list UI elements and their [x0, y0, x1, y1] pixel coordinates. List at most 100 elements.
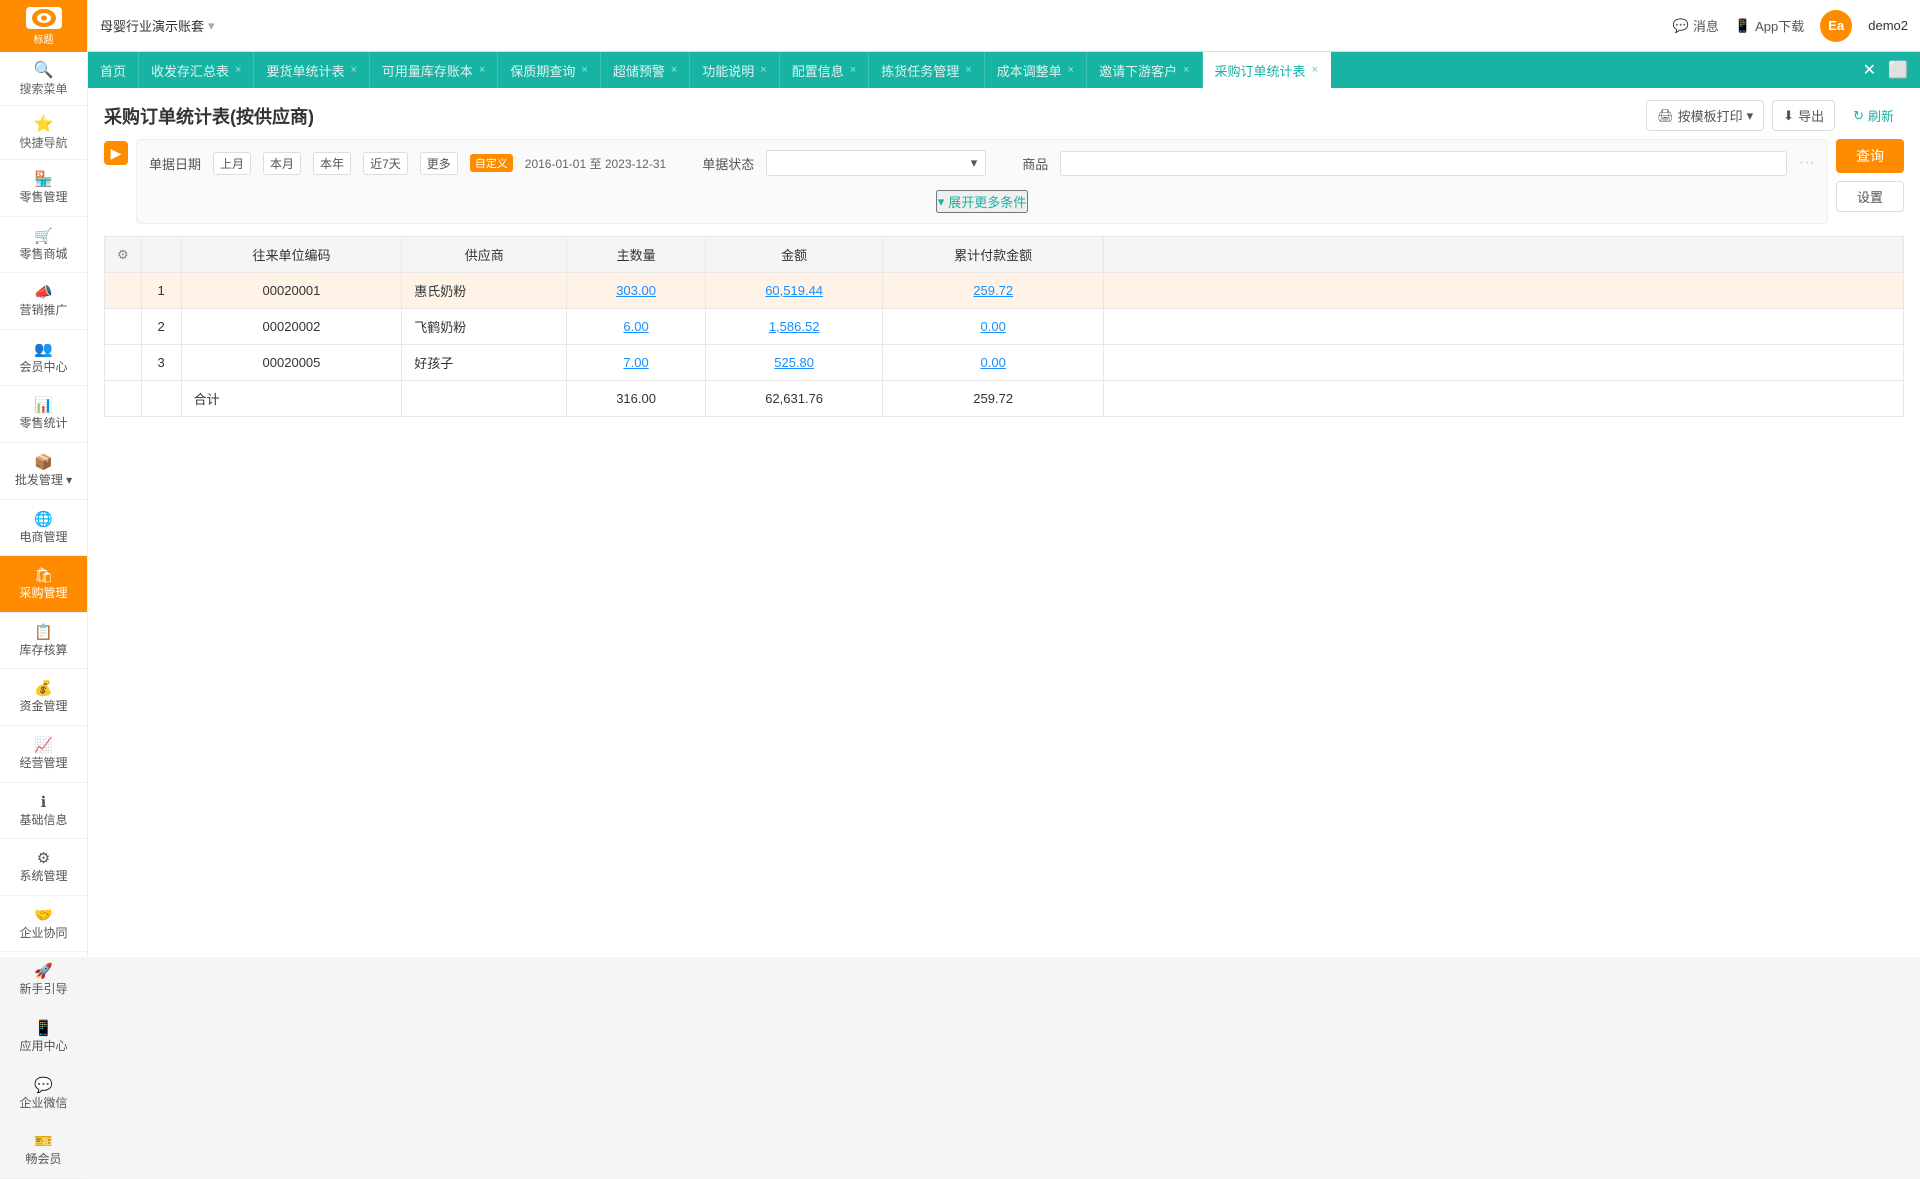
table-header-row: ⚙ 往来单位编码 供应商 主数量 金额 累计付款金额 [105, 237, 1904, 273]
date-range-display: 2016-01-01 至 2023-12-31 [525, 155, 666, 172]
print-button[interactable]: 🖨 按模板打印 ▾ [1646, 100, 1764, 131]
row-extra-1 [1104, 309, 1904, 345]
tab-invite-downstream-close[interactable]: × [1183, 64, 1189, 76]
filter-toggle-arrow[interactable]: ▶ [104, 141, 128, 165]
user-name[interactable]: demo2 [1868, 18, 1908, 33]
sidebar-item-wholesale[interactable]: 📦 批发管理 ▾ [0, 443, 87, 500]
sidebar: 标题 🔍 搜索菜单 ⭐ 快捷导航 🏪 零售管理 🛒 零售商城 📣 营销推广 👥 … [0, 0, 88, 957]
tab-home[interactable]: 首页 [88, 52, 139, 88]
page-content: 采购订单统计表(按供应商) 🖨 按模板打印 ▾ ⬇ 导出 ↻ 刷新 ▶ [88, 88, 1920, 957]
row-supplier-1: 飞鹤奶粉 [402, 309, 567, 345]
tab-overstock-close[interactable]: × [671, 64, 677, 76]
expand-down-icon: ▾ [938, 194, 945, 210]
custom-date-badge: 自定义 [470, 154, 513, 172]
sidebar-item-member2[interactable]: 🎫 畅会员 [0, 1122, 87, 1179]
refresh-button[interactable]: ↻ 刷新 [1843, 101, 1904, 130]
date-btn-7days[interactable]: 近7天 [363, 152, 408, 175]
expand-more-btn[interactable]: ▾ 展开更多条件 [936, 190, 1029, 213]
sidebar-item-enterprise-wx[interactable]: 💬 企业微信 [0, 1066, 87, 1123]
row-amount-1: 1,586.52 [705, 309, 882, 345]
settings-button[interactable]: 设置 [1836, 181, 1904, 212]
table-row: 1 00020001 惠氏奶粉 303.00 60,519.44 259.72 [105, 273, 1904, 309]
goods-search-input[interactable] [1069, 156, 1778, 171]
tab-cost-adjust-close[interactable]: × [1068, 64, 1074, 76]
search-label: 搜索菜单 [19, 80, 67, 97]
row-main-qty-2: 7.00 [567, 345, 706, 381]
footer-label-cell: 合计 [181, 381, 402, 417]
row-supplier-2: 好孩子 [402, 345, 567, 381]
topbar: 母婴行业演示账套 ▾ 💬 消息 📱 App下载 Ea demo2 [88, 0, 1920, 52]
sidebar-item-finance[interactable]: 💰 资金管理 [0, 669, 87, 726]
tab-available-stock[interactable]: 可用量库存账本 × [370, 52, 498, 88]
search-menu-item[interactable]: 🔍 搜索菜单 [0, 52, 87, 106]
tab-receive-pay-close[interactable]: × [235, 64, 241, 76]
tab-config-info[interactable]: 配置信息 × [780, 52, 869, 88]
sidebar-item-enterprise[interactable]: 🤝 企业协同 [0, 896, 87, 953]
industry-selector[interactable]: 母婴行业演示账套 ▾ [100, 16, 215, 35]
tab-pick-task-close[interactable]: × [965, 64, 971, 76]
tab-config-info-label: 配置信息 [792, 61, 844, 80]
row-settings-1 [105, 309, 142, 345]
tab-purchase-stats-label: 采购订单统计表 [1215, 61, 1306, 80]
table-footer-row: 合计 316.00 62,631.76 259.72 [105, 381, 1904, 417]
tab-invite-downstream[interactable]: 邀请下游客户 × [1087, 52, 1202, 88]
goods-filter-label: 商品 [1022, 154, 1048, 173]
tab-order-stats-close[interactable]: × [350, 64, 356, 76]
row-index-2: 3 [141, 345, 181, 381]
sidebar-item-purchase[interactable]: 🛍 采购管理 [0, 556, 87, 613]
table-row: 3 00020005 好孩子 7.00 525.80 0.00 [105, 345, 1904, 381]
sidebar-item-retail-manage[interactable]: 🏪 零售管理 [0, 160, 87, 217]
app-download-btn[interactable]: 📱 App下载 [1735, 16, 1804, 35]
row-extra-0 [1104, 273, 1904, 309]
row-main-qty-1: 6.00 [567, 309, 706, 345]
sidebar-item-retail-stats[interactable]: 📊 零售统计 [0, 386, 87, 443]
tab-receive-pay[interactable]: 收发存汇总表 × [139, 52, 254, 88]
tab-config-info-close[interactable]: × [850, 64, 856, 76]
col-paid-amount: 累计付款金额 [883, 237, 1104, 273]
sidebar-item-basic-info[interactable]: ℹ 基础信息 [0, 783, 87, 840]
tab-func-desc[interactable]: 功能说明 × [690, 52, 779, 88]
col-settings[interactable]: ⚙ [105, 237, 142, 273]
row-paid-amount-2: 0.00 [883, 345, 1104, 381]
tab-overstock-label: 超储预警 [613, 61, 665, 80]
tab-order-stats[interactable]: 要货单统计表 × [254, 52, 369, 88]
tab-expiry-query[interactable]: 保质期查询 × [498, 52, 600, 88]
date-btn-this-month[interactable]: 本月 [263, 152, 301, 175]
print-arrow-icon: ▾ [1747, 108, 1754, 124]
message-btn[interactable]: 💬 消息 [1673, 16, 1719, 35]
date-btn-more[interactable]: 更多 [420, 152, 458, 175]
topbar-left: 母婴行业演示账套 ▾ [100, 16, 215, 35]
status-select[interactable]: ▾ [766, 150, 986, 176]
tab-pick-task[interactable]: 拣货任务管理 × [869, 52, 984, 88]
query-button[interactable]: 查询 [1836, 139, 1904, 173]
close-tab-btn[interactable]: ✕ [1859, 58, 1880, 82]
user-avatar[interactable]: Ea [1820, 10, 1852, 42]
shortcut-nav-item[interactable]: ⭐ 快捷导航 [0, 106, 87, 160]
sidebar-item-business[interactable]: 📈 经营管理 [0, 726, 87, 783]
message-icon: 💬 [1673, 18, 1689, 34]
tab-cost-adjust[interactable]: 成本调整单 × [985, 52, 1087, 88]
sidebar-item-member[interactable]: 👥 会员中心 [0, 330, 87, 387]
tab-expiry-query-close[interactable]: × [581, 64, 587, 76]
sidebar-item-ecommerce[interactable]: 🌐 电商管理 [0, 500, 87, 557]
sidebar-item-marketing[interactable]: 📣 营销推广 [0, 273, 87, 330]
tab-overstock[interactable]: 超储预警 × [601, 52, 690, 88]
tab-func-desc-close[interactable]: × [760, 64, 766, 76]
sidebar-item-inventory[interactable]: 📋 库存核算 [0, 613, 87, 670]
row-supplier-0: 惠氏奶粉 [402, 273, 567, 309]
goods-more-btn[interactable]: ··· [1799, 154, 1815, 172]
tab-purchase-stats[interactable]: 采购订单统计表 × [1203, 52, 1331, 88]
tab-purchase-stats-close[interactable]: × [1312, 64, 1318, 76]
sidebar-item-system[interactable]: ⚙ 系统管理 [0, 839, 87, 896]
status-select-arrow: ▾ [971, 155, 978, 171]
date-btn-this-year[interactable]: 本年 [313, 152, 351, 175]
sidebar-item-retail-shop[interactable]: 🛒 零售商城 [0, 217, 87, 274]
settings-col-icon[interactable]: ⚙ [117, 247, 129, 263]
sidebar-item-app-center[interactable]: 📱 应用中心 [0, 1009, 87, 1066]
export-button[interactable]: ⬇ 导出 [1772, 100, 1835, 131]
row-settings-2 [105, 345, 142, 381]
tab-available-stock-close[interactable]: × [479, 64, 485, 76]
restore-tab-btn[interactable]: ⬜ [1884, 58, 1912, 82]
sidebar-item-new-guide[interactable]: 🚀 新手引导 [0, 952, 87, 1009]
date-btn-last-month[interactable]: 上月 [213, 152, 251, 175]
